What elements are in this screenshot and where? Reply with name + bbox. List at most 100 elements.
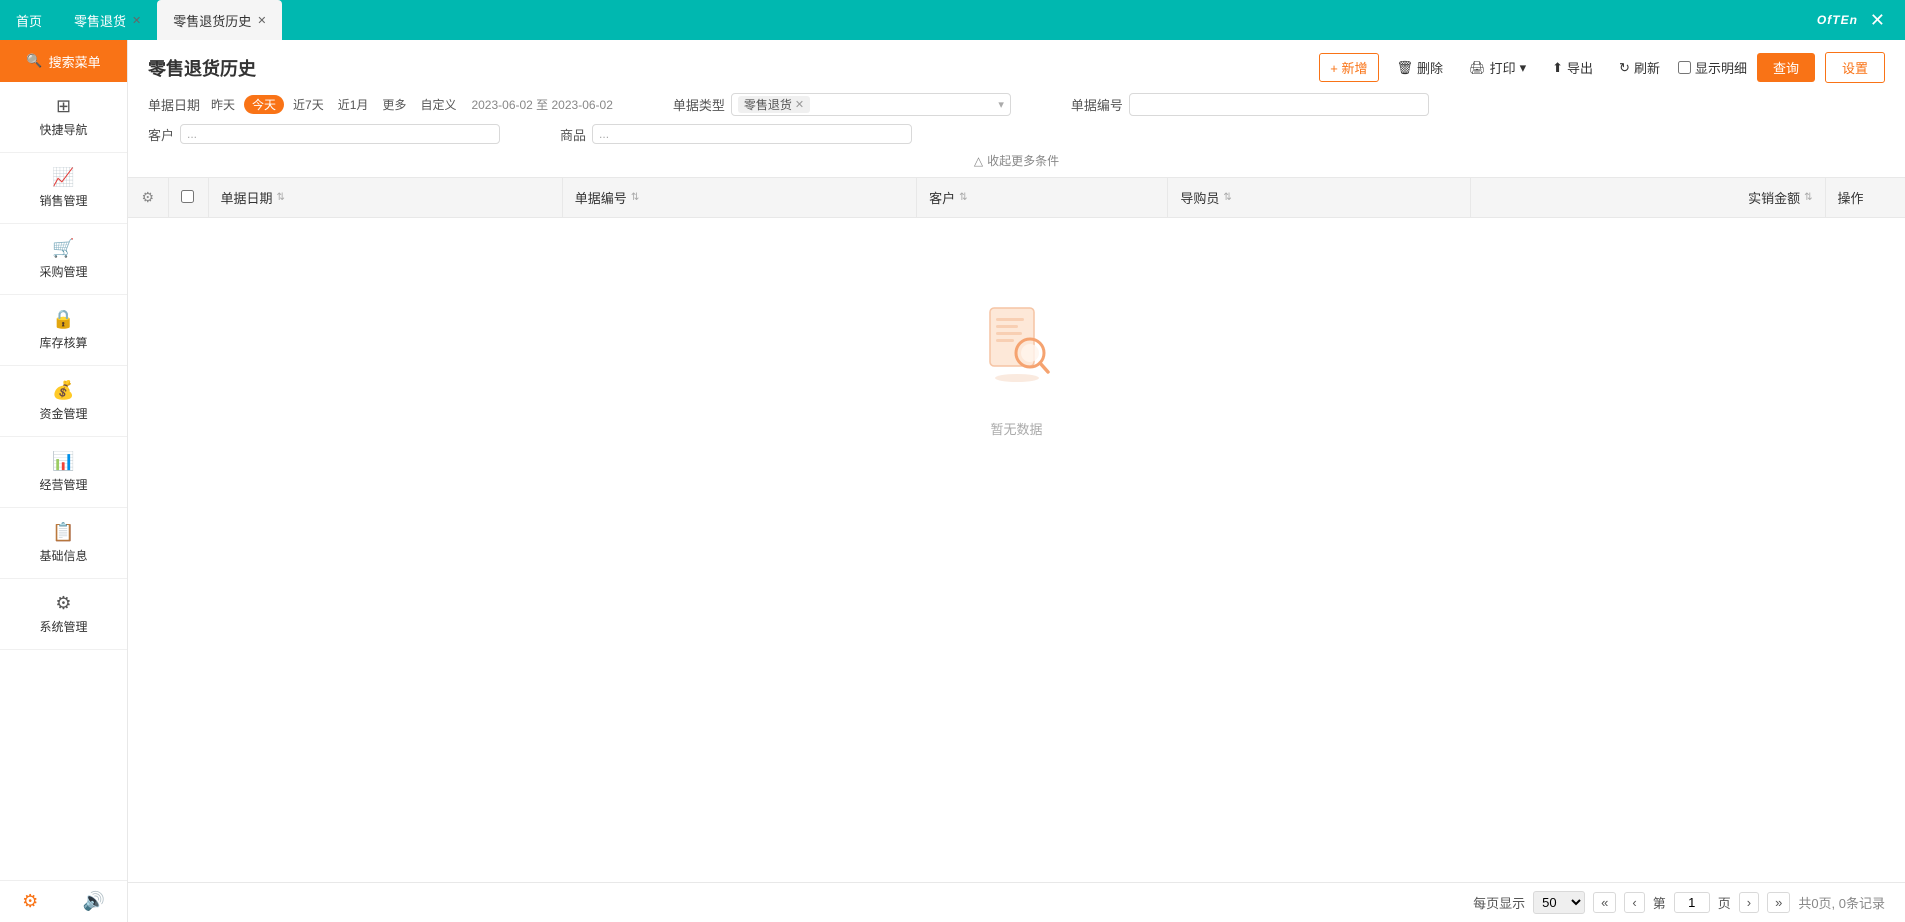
- date-shortcuts: 昨天 今天 近7天 近1月 更多 自定义: [206, 95, 461, 114]
- search-icon: 🔍: [26, 53, 42, 69]
- tab-retail-return-history[interactable]: 零售退货历史 ✕: [157, 0, 282, 40]
- sidebar-item-label: 销售管理: [39, 192, 87, 209]
- page-number-input[interactable]: [1674, 892, 1710, 913]
- date-filter-label: 单据日期: [148, 95, 200, 114]
- basic-info-icon: 📋: [52, 522, 74, 543]
- display-detail-label: 显示明细: [1695, 58, 1747, 77]
- sidebar-item-system[interactable]: ⚙ 系统管理: [0, 579, 127, 650]
- page-total: 共0页, 0条记录: [1798, 893, 1885, 912]
- doc-type-label: 单据类型: [673, 95, 725, 114]
- sidebar-item-basic-info[interactable]: 📋 基础信息: [0, 508, 127, 579]
- shortcut-7days[interactable]: 近7天: [288, 95, 329, 114]
- refresh-button-label: 刷新: [1634, 58, 1660, 77]
- sidebar-bottom: ⚙ 🔊: [0, 880, 127, 922]
- th-date-sort-icon: ⇅: [277, 192, 285, 203]
- sidebar-item-finance[interactable]: 💰 资金管理: [0, 366, 127, 437]
- filter-customer: 客户 ...: [148, 124, 500, 144]
- sidebar-item-label: 资金管理: [39, 405, 87, 422]
- th-amount-sort[interactable]: 实销金额 ⇅: [1483, 188, 1812, 207]
- next-page-button[interactable]: ›: [1739, 892, 1759, 913]
- sidebar-item-label: 快捷导航: [39, 121, 87, 138]
- page-size-label: 每页显示: [1473, 893, 1525, 912]
- th-guide-sort-icon: ⇅: [1223, 192, 1231, 203]
- th-no-label: 单据编号: [575, 188, 627, 207]
- collapse-button[interactable]: △ 收起更多条件: [148, 152, 1885, 177]
- sidebar-item-operations[interactable]: 📊 经营管理: [0, 437, 127, 508]
- first-page-button[interactable]: «: [1593, 892, 1616, 913]
- sidebar-item-inventory[interactable]: 🔒 库存核算: [0, 295, 127, 366]
- shortcut-yesterday[interactable]: 昨天: [206, 95, 240, 114]
- filter-area: 单据日期 昨天 今天 近7天 近1月 更多 自定义 2023-06-02 至 2…: [148, 93, 1885, 177]
- prev-page-button[interactable]: ‹: [1624, 892, 1644, 913]
- doc-type-tag-value: 零售退货: [744, 96, 792, 113]
- th-guide-sort[interactable]: 导购员 ⇅: [1180, 188, 1458, 207]
- purchase-icon: 🛒: [52, 238, 74, 259]
- goods-ellipsis: ...: [599, 127, 609, 141]
- collapse-label: 收起更多条件: [987, 152, 1059, 169]
- export-button[interactable]: ⬆ 导出: [1544, 54, 1601, 81]
- th-customer-sort[interactable]: 客户 ⇅: [929, 188, 1155, 207]
- page-prefix: 第: [1653, 893, 1666, 912]
- display-detail-checkbox[interactable]: 显示明细: [1678, 58, 1747, 77]
- main-content: 零售退货历史 + 新增 🗑 删除 🖨 打印 ▾ ⬆: [128, 40, 1905, 922]
- th-no-sort[interactable]: 单据编号 ⇅: [575, 188, 904, 207]
- pagination-bar: 每页显示 50 10 20 100 « ‹ 第 页 › » 共0页, 0条记录: [128, 882, 1905, 922]
- customer-label: 客户: [148, 125, 174, 144]
- shortcut-today[interactable]: 今天: [244, 95, 284, 114]
- doc-type-tag-remove[interactable]: ✕: [795, 98, 804, 111]
- window-close-button[interactable]: ✕: [1866, 10, 1889, 31]
- th-customer: 客户 ⇅: [917, 178, 1168, 218]
- display-detail-input[interactable]: [1678, 61, 1691, 74]
- settings-button[interactable]: 设置: [1825, 52, 1885, 83]
- sidebar-search[interactable]: 🔍 搜索菜单: [0, 40, 127, 82]
- sidebar-item-quick-nav[interactable]: ⊞ 快捷导航: [0, 82, 127, 153]
- main-layout: 🔍 搜索菜单 ⊞ 快捷导航 📈 销售管理 🛒 采购管理 🔒 库存核算 💰 资金管…: [0, 40, 1905, 922]
- shortcut-more[interactable]: 更多: [377, 95, 411, 114]
- page-title: 零售退货历史: [148, 55, 256, 81]
- page-size-select[interactable]: 50 10 20 100: [1533, 891, 1585, 914]
- shortcut-custom[interactable]: 自定义: [415, 95, 461, 114]
- doc-type-dropdown-arrow[interactable]: ▾: [998, 98, 1004, 111]
- select-all-checkbox[interactable]: [181, 190, 194, 203]
- tab-retail-return-history-label: 零售退货历史: [173, 11, 251, 30]
- volume-icon[interactable]: 🔊: [82, 891, 104, 912]
- empty-state: 暂无数据: [128, 218, 1905, 518]
- sidebar: 🔍 搜索菜单 ⊞ 快捷导航 📈 销售管理 🛒 采购管理 🔒 库存核算 💰 资金管…: [0, 40, 128, 922]
- toolbar: + 新增 🗑 删除 🖨 打印 ▾ ⬆ 导出: [1319, 52, 1885, 83]
- page-header-top: 零售退货历史 + 新增 🗑 删除 🖨 打印 ▾ ⬆: [148, 52, 1885, 83]
- often-label: OfTEn: [1817, 13, 1858, 27]
- last-page-button[interactable]: »: [1767, 892, 1790, 913]
- customer-container[interactable]: ...: [180, 124, 500, 144]
- export-icon: ⬆: [1552, 60, 1563, 76]
- sidebar-item-label: 基础信息: [39, 547, 87, 564]
- sidebar-item-label: 库存核算: [39, 334, 87, 351]
- print-icon: 🖨: [1469, 60, 1486, 76]
- settings-bottom-icon[interactable]: ⚙: [22, 891, 38, 912]
- refresh-icon: ↻: [1619, 60, 1630, 76]
- query-button[interactable]: 查询: [1757, 53, 1815, 82]
- sidebar-item-purchase[interactable]: 🛒 采购管理: [0, 224, 127, 295]
- sidebar-item-sales[interactable]: 📈 销售管理: [0, 153, 127, 224]
- doc-no-input[interactable]: [1129, 93, 1429, 116]
- print-button[interactable]: 🖨 打印 ▾: [1461, 54, 1534, 81]
- tab-retail-return-close[interactable]: ✕: [132, 14, 141, 27]
- tab-retail-return-history-close[interactable]: ✕: [257, 14, 266, 27]
- new-button[interactable]: + 新增: [1319, 53, 1378, 82]
- tab-home[interactable]: 首页: [0, 0, 58, 40]
- shortcut-1month[interactable]: 近1月: [333, 95, 374, 114]
- collapse-up-icon: △: [974, 154, 983, 168]
- th-customer-label: 客户: [929, 188, 955, 207]
- gear-settings-icon[interactable]: ⚙: [141, 189, 154, 205]
- refresh-button[interactable]: ↻ 刷新: [1611, 54, 1668, 81]
- th-action-label: 操作: [1838, 191, 1864, 206]
- customer-ellipsis: ...: [187, 127, 197, 141]
- tab-home-label: 首页: [16, 11, 42, 30]
- doc-type-container[interactable]: 零售退货 ✕ ▾: [731, 93, 1011, 116]
- goods-container[interactable]: ...: [592, 124, 912, 144]
- operations-icon: 📊: [52, 451, 74, 472]
- th-date-sort[interactable]: 单据日期 ⇅: [221, 188, 550, 207]
- delete-button[interactable]: 🗑 删除: [1389, 54, 1452, 81]
- date-range-display: 2023-06-02 至 2023-06-02: [471, 96, 612, 113]
- tab-retail-return[interactable]: 零售退货 ✕: [58, 0, 157, 40]
- table-container: ⚙ 单据日期 ⇅ 单据编号: [128, 178, 1905, 882]
